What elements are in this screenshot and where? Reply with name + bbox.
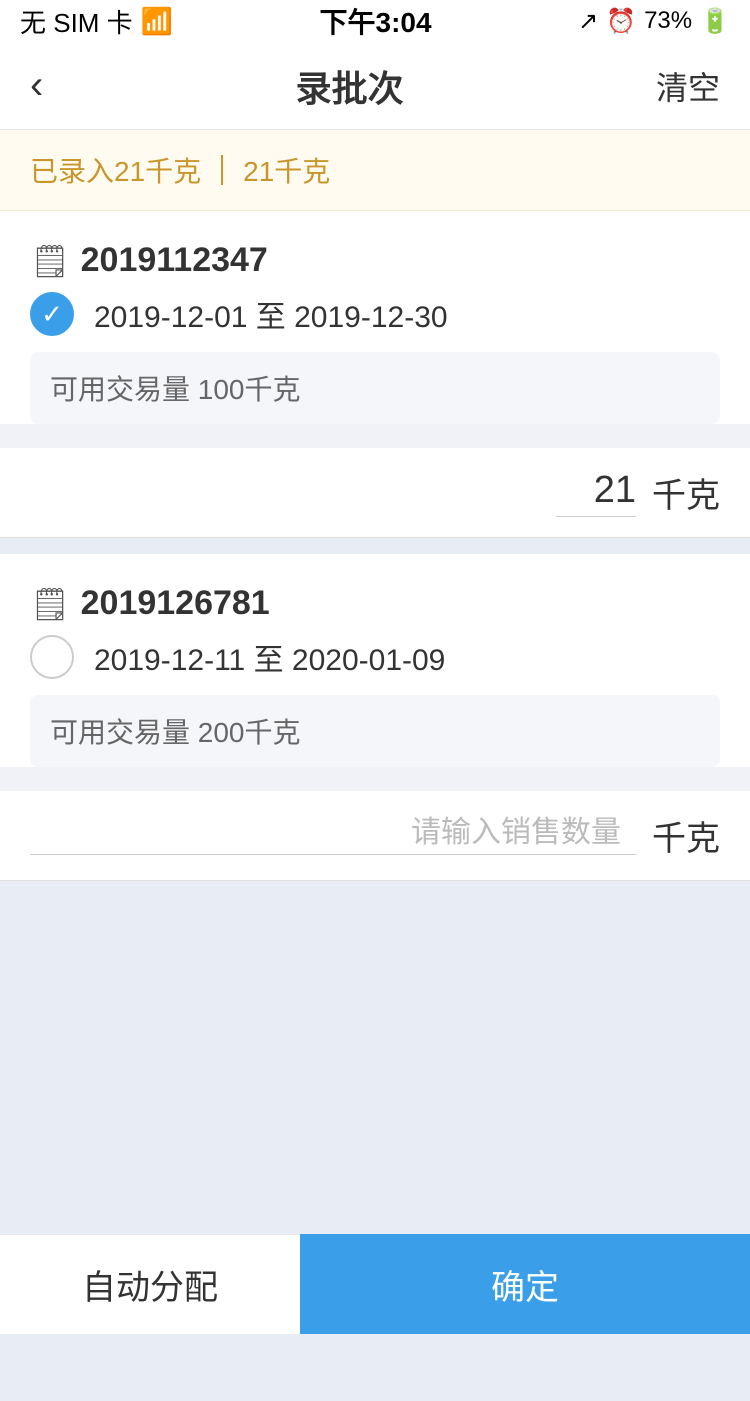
batch2-quantity-row[interactable]: 千克 <box>0 791 750 881</box>
info-divider <box>221 155 223 185</box>
batch1-card: 🗒 2019112347 ✓ 2019-12-01 至 2019-12-30 可… <box>0 211 750 424</box>
status-left: 无 SIM 卡 📶 <box>20 3 173 40</box>
batch2-date: 2019-12-11 至 2020-01-09 <box>94 635 445 679</box>
batch1-date: 2019-12-01 至 2019-12-30 <box>94 292 448 336</box>
status-right: ↗ ⏰ 73% 🔋 <box>578 7 730 36</box>
info-bar: 已录入21千克 21千克 <box>0 130 750 211</box>
check-icon: ✓ <box>41 299 63 330</box>
batch2-input-wrapper[interactable] <box>30 816 636 855</box>
battery-text: 73% <box>644 7 692 35</box>
status-bar: 无 SIM 卡 📶 下午3:04 ↗ ⏰ 73% 🔋 <box>0 0 750 42</box>
no-sim-text: 无 SIM 卡 <box>20 3 133 40</box>
batch2-quantity-input[interactable] <box>30 816 636 850</box>
batch2-icon: 🗒 <box>30 585 71 623</box>
clear-button[interactable]: 清空 <box>656 63 720 109</box>
batch2-id: 2019126781 <box>81 584 270 623</box>
wifi-icon: 📶 <box>141 6 173 37</box>
batch1-quantity-row: 21 千克 <box>0 448 750 538</box>
batch1-icon: 🗒 <box>30 242 71 280</box>
location-icon: ↗ <box>578 7 598 36</box>
batch1-id-row: 🗒 2019112347 <box>30 241 720 280</box>
batch2-radio[interactable] <box>30 635 74 679</box>
batch2-available: 可用交易量 200千克 <box>30 695 720 767</box>
section-divider <box>0 538 750 554</box>
page-title: 录批次 <box>296 60 404 112</box>
batch2-date-row[interactable]: 2019-12-11 至 2020-01-09 <box>30 635 720 679</box>
nav-bar: ‹ 录批次 清空 <box>0 42 750 130</box>
back-button[interactable]: ‹ <box>30 63 43 108</box>
battery-icon: 🔋 <box>700 7 730 36</box>
batch1-date-row[interactable]: ✓ 2019-12-01 至 2019-12-30 <box>30 292 720 336</box>
bottom-bar: 自动分配 确定 <box>0 1234 750 1334</box>
auto-assign-button[interactable]: 自动分配 <box>0 1234 300 1334</box>
batch2-unit: 千克 <box>652 811 720 860</box>
batch1-id: 2019112347 <box>81 241 268 280</box>
recorded-label: 已录入21千克 <box>30 150 201 190</box>
batch2-card: 🗒 2019126781 2019-12-11 至 2020-01-09 可用交… <box>0 554 750 767</box>
batch1-quantity-value[interactable]: 21 <box>556 469 636 517</box>
confirm-button[interactable]: 确定 <box>300 1234 750 1334</box>
status-time: 下午3:04 <box>320 1 432 41</box>
batch2-id-row: 🗒 2019126781 <box>30 584 720 623</box>
total-label: 21千克 <box>243 150 330 190</box>
batch1-radio[interactable]: ✓ <box>30 292 74 336</box>
batch1-unit: 千克 <box>652 468 720 517</box>
batch1-available: 可用交易量 100千克 <box>30 352 720 424</box>
alarm-icon: ⏰ <box>606 7 636 36</box>
